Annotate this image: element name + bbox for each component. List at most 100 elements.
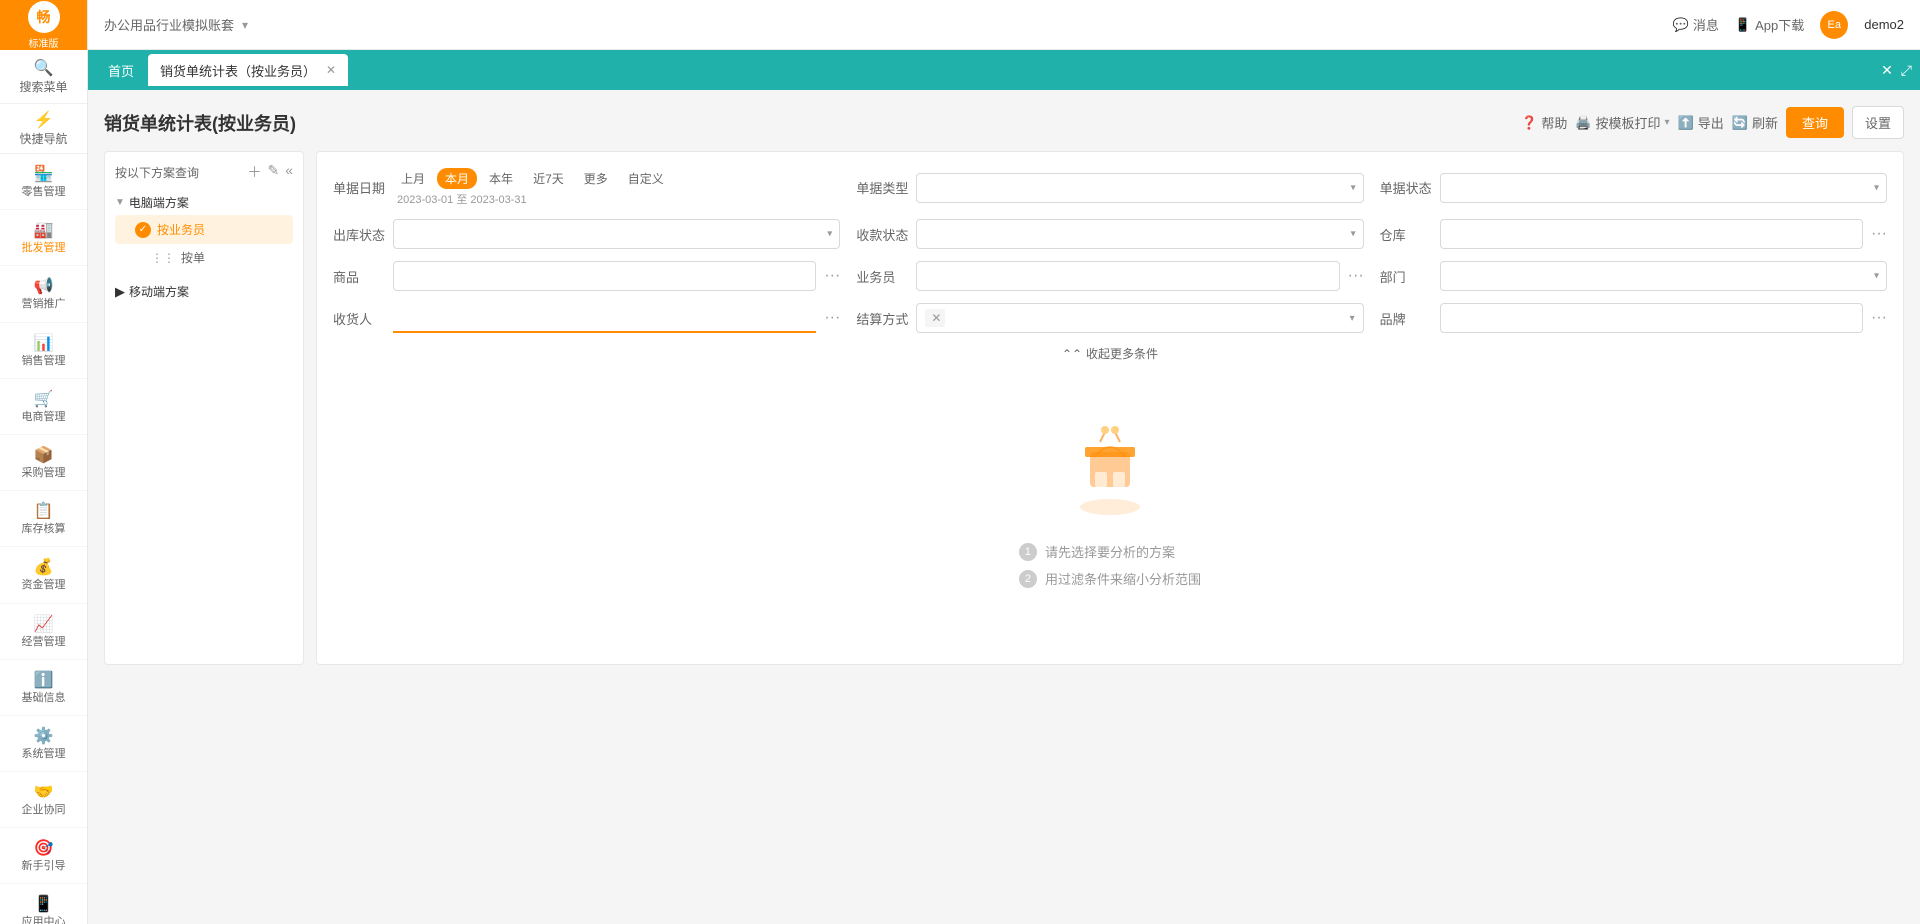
date-tab-more[interactable]: 更多 (576, 168, 616, 189)
sidebar: 畅 标准版 🔍 搜索菜单 ⚡ 快捷导航 🏪 零售管理 🏭 批发管理 📢 营销推广… (0, 0, 88, 924)
tab-close-icon[interactable]: ✕ (326, 63, 336, 77)
date-tab-lastmonth[interactable]: 上月 (393, 168, 433, 189)
breadcrumb-dropdown-icon[interactable]: ▾ (242, 18, 248, 32)
date-tab-7days[interactable]: 近7天 (525, 168, 572, 189)
header-right: 💬 消息 📱 App下载 Ea demo2 (1673, 11, 1904, 39)
breadcrumb: 办公用品行业模拟账套 (104, 15, 234, 34)
date-filter-control: 上月 本月 本年 近7天 更多 自定义 2023-03-01 至 2023-03… (393, 168, 840, 207)
query-button[interactable]: 查询 (1786, 107, 1844, 138)
receipt-select[interactable] (916, 219, 1363, 249)
goods-filter-item: 商品 ··· (333, 261, 840, 291)
sidebar-logo[interactable]: 畅 标准版 (0, 0, 87, 50)
salesperson-control: ··· (916, 261, 1363, 291)
outbound-select[interactable] (393, 219, 840, 249)
salesperson-filter-item: 业务员 ··· (856, 261, 1363, 291)
tab-home-label: 首页 (108, 61, 134, 80)
department-label: 部门 (1380, 267, 1432, 286)
sidebar-quicknav-item[interactable]: ⚡ 快捷导航 (0, 104, 87, 154)
doc-type-select[interactable] (916, 173, 1363, 203)
sidebar-item-wholesale[interactable]: 🏭 批发管理 (0, 210, 87, 266)
sidebar-item-stock[interactable]: 📋 库存核算 (0, 491, 87, 547)
tab-sales-stat-label: 销货单统计表（按业务员） (160, 61, 316, 80)
goods-more-icon[interactable]: ··· (824, 267, 840, 285)
consignee-label: 收货人 (333, 309, 385, 328)
consignee-more-icon[interactable]: ··· (824, 309, 840, 327)
sidebar-item-marketing[interactable]: 📢 营销推广 (0, 266, 87, 322)
sidebar-item-enterprise[interactable]: 🤝 企业协同 (0, 772, 87, 828)
sidebar-item-purchase[interactable]: 📦 采购管理 (0, 435, 87, 491)
tab-minimize-icon[interactable]: ✕ (1881, 62, 1893, 79)
pc-section-header[interactable]: ▼ 电脑端方案 (115, 190, 293, 215)
print-button[interactable]: 🖨️ 按模板打印 ▾ (1575, 113, 1669, 132)
sidebar-item-sales[interactable]: 📊 销售管理 (0, 323, 87, 379)
tab-home[interactable]: 首页 (96, 54, 146, 86)
sidebar-ecom-label: 电商管理 (4, 411, 83, 424)
sidebar-item-newbie[interactable]: 🎯 新手引导 (0, 828, 87, 884)
add-scheme-button[interactable]: ＋ (247, 162, 261, 182)
mobile-section-header[interactable]: ▶ 移动端方案 (115, 279, 293, 304)
doc-type-control: ▾ (916, 173, 1363, 203)
receipt-label: 收款状态 (856, 225, 908, 244)
tab-maximize-icon[interactable]: ⤢ (1901, 62, 1912, 79)
message-button[interactable]: 💬 消息 (1673, 15, 1719, 34)
brand-more-icon[interactable]: ··· (1871, 309, 1887, 327)
outbound-label: 出库状态 (333, 225, 385, 244)
settings-button[interactable]: 设置 (1852, 106, 1904, 139)
goods-control: ··· (393, 261, 840, 291)
enterprise-icon: 🤝 (4, 782, 83, 802)
sidebar-search-item[interactable]: 🔍 搜索菜单 (0, 50, 87, 104)
sidebar-item-basic[interactable]: ℹ️ 基础信息 (0, 660, 87, 716)
sidebar-basic-label: 基础信息 (4, 692, 83, 705)
sidebar-item-retail[interactable]: 🏪 零售管理 (0, 154, 87, 210)
sidebar-item-appstore[interactable]: 📱 应用中心 (0, 884, 87, 924)
doc-status-filter-item: 单据状态 ▾ (1380, 173, 1887, 203)
settlement-clear-icon[interactable]: ✕ (931, 311, 941, 325)
salesperson-input[interactable] (916, 261, 1339, 291)
receipt-filter-item: 收款状态 ▾ (856, 219, 1363, 249)
app-download-button[interactable]: 📱 App下载 (1735, 15, 1804, 34)
date-tab-custom[interactable]: 自定义 (620, 168, 672, 189)
warehouse-control: ··· (1440, 219, 1887, 249)
help-icon: ❓ (1521, 115, 1537, 131)
user-label[interactable]: demo2 (1864, 17, 1904, 32)
doc-status-select[interactable] (1440, 173, 1887, 203)
collapse-label: 收起更多条件 (1086, 345, 1158, 362)
finance-icon: 💰 (4, 557, 83, 577)
refresh-button[interactable]: 🔄 刷新 (1732, 113, 1778, 132)
date-tab-thismonth[interactable]: 本月 (437, 168, 477, 189)
app-label: App下载 (1755, 15, 1804, 34)
sub-scheme-item-order[interactable]: ⋮⋮ 按单 (115, 244, 293, 271)
salesperson-more-icon[interactable]: ··· (1348, 267, 1364, 285)
help-button[interactable]: ❓ 帮助 (1521, 113, 1567, 132)
header-left: 办公用品行业模拟账套 ▾ (104, 15, 248, 34)
sidebar-item-operations[interactable]: 📈 经营管理 (0, 604, 87, 660)
content-layout: 按以下方案查询 ＋ ✎ « ▼ 电脑端方案 ✓ 按业务员 (104, 151, 1904, 665)
sidebar-sales-label: 销售管理 (4, 355, 83, 368)
warehouse-input[interactable] (1440, 219, 1863, 249)
brand-input[interactable] (1440, 303, 1863, 333)
department-select[interactable] (1440, 261, 1887, 291)
logo-icon: 畅 (28, 1, 60, 33)
sidebar-marketing-label: 营销推广 (4, 298, 83, 311)
top-header: 办公用品行业模拟账套 ▾ 💬 消息 📱 App下载 Ea demo2 (88, 0, 1920, 50)
collapse-button[interactable]: ⌃⌃ 收起更多条件 (333, 345, 1887, 362)
goods-input[interactable] (393, 261, 816, 291)
export-button[interactable]: ⬆️ 导出 (1678, 113, 1724, 132)
scheme-item-sales-person[interactable]: ✓ 按业务员 (115, 215, 293, 244)
page-action-group: ❓ 帮助 🖨️ 按模板打印 ▾ ⬆️ 导出 🔄 刷新 (1521, 106, 1904, 139)
sidebar-item-system[interactable]: ⚙️ 系统管理 (0, 716, 87, 772)
hint-num-1: 1 (1019, 543, 1037, 561)
warehouse-more-icon[interactable]: ··· (1871, 225, 1887, 243)
avatar[interactable]: Ea (1820, 11, 1848, 39)
consignee-input[interactable] (393, 303, 816, 333)
tab-sales-stat[interactable]: 销货单统计表（按业务员） ✕ (148, 54, 348, 86)
edit-scheme-button[interactable]: ✎ (267, 162, 279, 182)
date-tab-thisyear[interactable]: 本年 (481, 168, 521, 189)
settlement-dropdown-icon[interactable]: ▾ (1350, 313, 1355, 324)
date-filter-item: 单据日期 上月 本月 本年 近7天 更多 自定义 2023-03-01 至 20… (333, 168, 840, 207)
collapse-panel-button[interactable]: « (285, 162, 293, 182)
sidebar-item-finance[interactable]: 💰 资金管理 (0, 547, 87, 603)
print-dropdown-icon[interactable]: ▾ (1665, 117, 1670, 128)
tab-right-icons: ✕ ⤢ (1881, 62, 1912, 79)
sidebar-item-ecom[interactable]: 🛒 电商管理 (0, 379, 87, 435)
